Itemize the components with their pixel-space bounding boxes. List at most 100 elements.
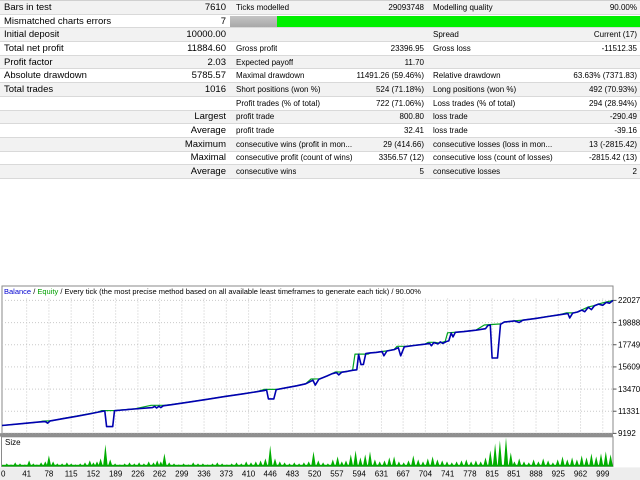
stat-value: 722 (71.06%) <box>375 98 424 108</box>
x-axis-label: 704 <box>419 470 433 479</box>
stat-value: 5785.57 <box>191 70 226 82</box>
x-axis-label: 631 <box>375 470 389 479</box>
y-axis-label: 17749 <box>618 341 640 350</box>
stat-label: Absolute drawdown <box>4 70 87 82</box>
stat-value: 29093748 <box>388 2 424 12</box>
legend-equity: Equity <box>37 287 59 296</box>
stat-value: 29 (414.66) <box>383 139 424 149</box>
size-panel-frame <box>1 436 614 467</box>
report-row: Maximum consecutive wins (profit in mon..… <box>0 137 640 152</box>
y-axis-label: 22027 <box>618 296 640 305</box>
stat-group: Modelling quality 90.00% <box>427 3 640 12</box>
stat-label: consecutive wins <box>236 167 297 177</box>
stat-value: Average <box>190 125 226 137</box>
stat-label: Mismatched charts errors <box>4 15 112 27</box>
stat-group: Average <box>0 125 230 136</box>
stat-group: Profit trades (% of total) 722 (71.06%) <box>230 99 427 108</box>
x-axis-label: 78 <box>44 470 53 479</box>
stat-value: 2.03 <box>207 56 227 68</box>
legend-balance: Balance <box>4 287 32 296</box>
stat-value: 11884.60 <box>187 42 226 54</box>
stat-value: 11491.26 (59.46%) <box>356 71 424 81</box>
x-axis-label: 483 <box>286 470 300 479</box>
report-row: Bars in test 7610 Ticks modelled 29093748 Mo… <box>0 1 640 15</box>
x-axis-label: 851 <box>507 470 521 479</box>
stat-value: -2815.42 (13) <box>588 153 637 163</box>
stat-value: 7610 <box>204 1 226 13</box>
x-axis-label: 962 <box>574 470 588 479</box>
y-axis-label: 15609 <box>618 363 640 372</box>
x-axis-label: 594 <box>353 470 367 479</box>
stat-label: Ticks modelled <box>236 2 290 12</box>
stat-label: profit trade <box>236 126 275 136</box>
stat-group: Maximal <box>0 152 230 163</box>
x-axis-label: 262 <box>153 470 167 479</box>
stat-group: consecutive wins (profit in mon... 29 (41… <box>230 140 427 149</box>
stat-label: Relative drawdown <box>433 71 501 81</box>
stat-value: 5 <box>419 167 424 177</box>
stat-label: consecutive profit (count of wins) <box>236 153 353 163</box>
y-axis-label: 13470 <box>618 385 640 394</box>
stat-group: Total trades 1016 <box>0 84 230 95</box>
report-row: Profit trades (% of total) 722 (71.06%) Lo… <box>0 96 640 111</box>
stat-group: Ticks modelled 29093748 <box>230 3 427 12</box>
stat-value: -11512.35 <box>601 43 637 53</box>
stat-group: Maximum <box>0 139 230 150</box>
modelling-quality-bar-gray <box>230 15 278 27</box>
stat-value: 524 (71.18%) <box>375 84 424 94</box>
chart-legend: Balance / Equity / Every tick (the most … <box>4 287 421 296</box>
y-axis-label: 9192 <box>618 429 636 438</box>
stat-label: loss trade <box>433 112 468 122</box>
x-axis-label: 41 <box>22 470 31 479</box>
stat-group: profit trade 32.41 <box>230 126 427 135</box>
stat-group: Average <box>0 166 230 177</box>
stat-value: 7 <box>220 15 226 27</box>
stat-value: 800.80 <box>399 112 424 122</box>
stat-value: Largest <box>194 111 226 123</box>
report-row: Total net profit 11884.60 Gross profit 2339… <box>0 42 640 56</box>
stat-value: 492 (70.93%) <box>588 84 637 94</box>
x-axis-label: 999 <box>596 470 610 479</box>
stat-group: Relative drawdown 63.63% (7371.83) <box>427 71 640 80</box>
stat-value: 13 (-2815.42) <box>588 139 637 149</box>
x-axis-label: 299 <box>175 470 189 479</box>
stat-group: Maximal drawdown 11491.26 (59.46%) <box>230 71 427 80</box>
stat-group: Gross profit 23396.95 <box>230 44 427 53</box>
stat-group: consecutive profit (count of wins) 3356.5… <box>230 153 427 162</box>
stat-value: 32.41 <box>403 126 424 136</box>
panel-separator <box>0 433 613 437</box>
stat-label: consecutive losses (loss in mon... <box>433 139 553 149</box>
stat-value: 11.70 <box>404 57 424 67</box>
stat-group: Spread Current (17) <box>427 30 640 39</box>
stat-label: Short positions (won %) <box>236 84 321 94</box>
stat-label: Profit trades (% of total) <box>236 98 321 108</box>
report-row: Mismatched charts errors 7 <box>0 14 640 29</box>
stat-group: Short positions (won %) 524 (71.18%) <box>230 85 427 94</box>
stat-group: loss trade -39.16 <box>427 126 640 135</box>
stat-value: 63.63% (7371.83) <box>573 71 637 81</box>
stat-label: Initial deposit <box>4 29 60 41</box>
stat-group: Bars in test 7610 <box>0 2 230 13</box>
x-axis-label: 925 <box>552 470 566 479</box>
strategy-tester-report: Bars in test 7610 Ticks modelled 29093748 Mo… <box>0 0 640 480</box>
x-axis-label: 888 <box>529 470 543 479</box>
x-axis-label: 446 <box>264 470 278 479</box>
stat-group: consecutive losses (loss in mon... 13 (-2… <box>427 140 640 149</box>
stat-group: consecutive wins 5 <box>230 167 427 176</box>
stat-value: 10000.00 <box>186 29 226 41</box>
stat-label: Profit factor <box>4 56 53 68</box>
x-axis-label: 410 <box>242 470 256 479</box>
x-axis-label: 520 <box>308 470 322 479</box>
report-row: Initial deposit 10000.00 Spread Current (17… <box>0 28 640 43</box>
report-row: Average profit trade 32.41 loss trade -39.16 <box>0 124 640 138</box>
modelling-quality-bar <box>230 15 640 27</box>
stat-group: consecutive losses 2 <box>427 167 640 176</box>
stat-label: Modelling quality <box>433 2 493 12</box>
stat-label: loss trade <box>433 126 468 136</box>
stat-label: Long positions (won %) <box>433 84 517 94</box>
stat-value: 294 (28.94%) <box>588 98 637 108</box>
stat-value: 1016 <box>204 83 226 95</box>
report-table: Bars in test 7610 Ticks modelled 29093748 Mo… <box>0 0 640 179</box>
stat-value: Maximum <box>184 138 226 150</box>
report-row: Total trades 1016 Short positions (won %) 5… <box>0 83 640 97</box>
